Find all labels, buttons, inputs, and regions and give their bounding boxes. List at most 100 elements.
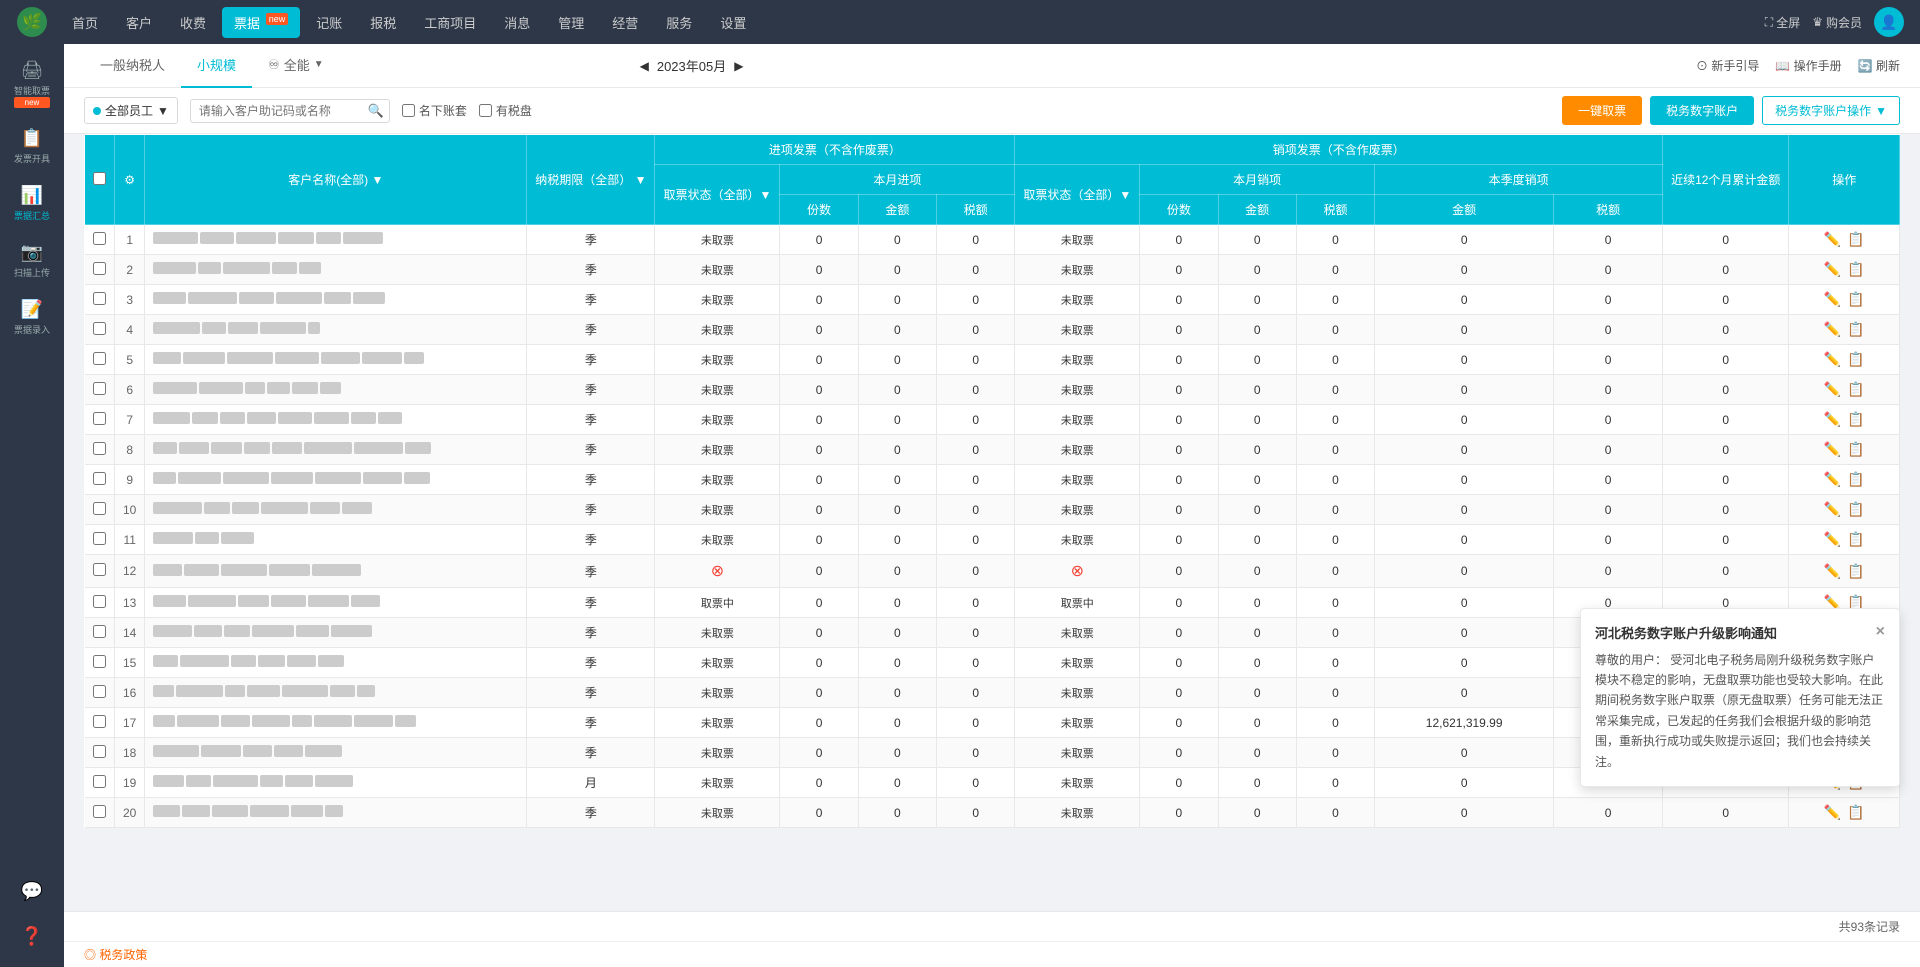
edit-icon[interactable]: ✏️ [1824, 351, 1841, 368]
nav-tax[interactable]: 报税 [358, 7, 408, 38]
row-select-checkbox[interactable] [93, 442, 106, 455]
fullscreen-button[interactable]: ⛶ 全屏 [1765, 14, 1800, 31]
row-select-checkbox[interactable] [93, 352, 106, 365]
filter-account-checkbox[interactable]: 名下账套 [402, 102, 467, 119]
copy-icon[interactable]: 📋 [1847, 351, 1864, 368]
customer-name-header[interactable]: 客户名称(全部) ▼ [145, 135, 527, 225]
tab-general-taxpayer[interactable]: 一般纳税人 [84, 44, 181, 88]
sidebar-item-invoice[interactable]: 📋 发票开具 [0, 120, 64, 173]
row-select-checkbox[interactable] [93, 412, 106, 425]
nav-business-ops[interactable]: 经营 [600, 7, 650, 38]
nav-settings[interactable]: 设置 [708, 7, 758, 38]
edit-icon[interactable]: ✏️ [1824, 291, 1841, 308]
sidebar-item-entry[interactable]: 📝 票据录入 [0, 291, 64, 344]
sidebar-item-scan[interactable]: 📷 扫描上传 [0, 234, 64, 287]
row-select-checkbox[interactable] [93, 382, 106, 395]
search-input[interactable] [190, 99, 390, 123]
copy-icon[interactable]: 📋 [1847, 471, 1864, 488]
digital-account-button[interactable]: 税务数字账户 [1650, 96, 1754, 125]
row-select-checkbox[interactable] [93, 262, 106, 275]
row-select-checkbox[interactable] [93, 715, 106, 728]
nav-home[interactable]: 首页 [60, 7, 110, 38]
refresh-button[interactable]: 🔄 刷新 [1858, 57, 1900, 74]
row-select-checkbox[interactable] [93, 502, 106, 515]
employee-filter[interactable]: 全部员工 ▼ [84, 97, 178, 124]
manual-button[interactable]: 📖 操作手册 [1775, 57, 1841, 74]
row-select-checkbox[interactable] [93, 322, 106, 335]
edit-icon[interactable]: ✏️ [1824, 501, 1841, 518]
copy-icon[interactable]: 📋 [1847, 381, 1864, 398]
tab-small-scale[interactable]: 小规模 [181, 44, 252, 88]
tax-period-header[interactable]: 纳税期限（全部） ▼ [527, 135, 655, 225]
sidebar-item-smart-ticket[interactable]: 🖨 智能取票 new [0, 52, 64, 116]
row-select-checkbox[interactable] [93, 532, 106, 545]
copy-icon[interactable]: 📋 [1847, 501, 1864, 518]
copy-icon[interactable]: 📋 [1847, 231, 1864, 248]
row-select-checkbox[interactable] [93, 232, 106, 245]
row-select-checkbox[interactable] [93, 472, 106, 485]
sidebar-item-help[interactable]: ❓ [17, 918, 47, 955]
next-month-button[interactable]: ▶ [734, 59, 743, 73]
copy-icon[interactable]: 📋 [1847, 531, 1864, 548]
row-number: 15 [115, 648, 145, 678]
one-click-fetch-button[interactable]: 一键取票 [1562, 96, 1642, 125]
row-select-checkbox[interactable] [93, 563, 106, 576]
copy-icon[interactable]: 📋 [1847, 321, 1864, 338]
sidebar-item-chat[interactable]: 💬 [17, 873, 47, 910]
edit-icon[interactable]: ✏️ [1824, 321, 1841, 338]
nav-service[interactable]: 服务 [654, 7, 704, 38]
prev-month-button[interactable]: ◀ [640, 59, 649, 73]
edit-icon[interactable]: ✏️ [1824, 411, 1841, 428]
out-status-header[interactable]: 取票状态（全部）▼ [1015, 165, 1140, 225]
nav-message[interactable]: 消息 [492, 7, 542, 38]
user-avatar[interactable]: 👤 [1874, 7, 1904, 37]
in-status-text: 未取票 [701, 808, 734, 820]
guide-button[interactable]: ⊙ 新手引导 [1696, 57, 1759, 74]
taxbox-checkbox-input[interactable] [479, 104, 492, 117]
nav-client[interactable]: 客户 [114, 7, 164, 38]
edit-icon[interactable]: ✏️ [1824, 441, 1841, 458]
select-all-checkbox[interactable] [93, 172, 106, 185]
row-select-checkbox[interactable] [93, 745, 106, 758]
copy-icon[interactable]: 📋 [1847, 441, 1864, 458]
row-select-checkbox[interactable] [93, 775, 106, 788]
digital-account-ops-button[interactable]: 税务数字账户操作 ▼ [1762, 96, 1900, 125]
row-select-checkbox[interactable] [93, 655, 106, 668]
row-checkbox-cell [85, 648, 115, 678]
nav-fee[interactable]: 收费 [168, 7, 218, 38]
edit-icon[interactable]: ✏️ [1824, 471, 1841, 488]
row-select-checkbox[interactable] [93, 625, 106, 638]
copy-icon[interactable]: 📋 [1847, 411, 1864, 428]
tab-all[interactable]: ♾ 全能 ▼ [252, 44, 340, 88]
invoice-icon: 📋 [21, 128, 43, 149]
nav-manage[interactable]: 管理 [546, 7, 596, 38]
in-status-header[interactable]: 取票状态（全部）▼ [655, 165, 780, 225]
tax-policy-link[interactable]: ◎ 税务政策 [84, 946, 1900, 963]
filter-taxbox-checkbox[interactable]: 有税盘 [479, 102, 532, 119]
in-status-cell: 未取票 [655, 225, 780, 255]
nav-ticket[interactable]: 票据 new [222, 7, 300, 38]
edit-icon[interactable]: ✏️ [1824, 231, 1841, 248]
nav-business[interactable]: 工商项目 [412, 7, 488, 38]
nav-accounting[interactable]: 记账 [304, 7, 354, 38]
edit-icon[interactable]: ✏️ [1824, 381, 1841, 398]
edit-icon[interactable]: ✏️ [1824, 261, 1841, 278]
sub-navigation: 一般纳税人 小规模 ♾ 全能 ▼ ◀ 2023年05月 ▶ ⊙ 新手引导 📖 操… [64, 44, 1920, 88]
copy-icon[interactable]: 📋 [1847, 291, 1864, 308]
edit-icon[interactable]: ✏️ [1824, 563, 1841, 580]
notification-close-button[interactable]: × [1876, 623, 1885, 641]
row-select-checkbox[interactable] [93, 292, 106, 305]
in-status-text: 未取票 [701, 355, 734, 367]
edit-icon[interactable]: ✏️ [1824, 531, 1841, 548]
in-count-cell: 0 [780, 618, 858, 648]
row-select-checkbox[interactable] [93, 805, 106, 818]
account-checkbox-input[interactable] [402, 104, 415, 117]
copy-icon[interactable]: 📋 [1847, 804, 1864, 821]
member-button[interactable]: ♛ 购会员 [1812, 14, 1862, 31]
sidebar-item-summary[interactable]: 📊 票据汇总 [0, 177, 64, 230]
edit-icon[interactable]: ✏️ [1824, 804, 1841, 821]
row-select-checkbox[interactable] [93, 685, 106, 698]
row-select-checkbox[interactable] [93, 595, 106, 608]
copy-icon[interactable]: 📋 [1847, 261, 1864, 278]
copy-icon[interactable]: 📋 [1847, 563, 1864, 580]
